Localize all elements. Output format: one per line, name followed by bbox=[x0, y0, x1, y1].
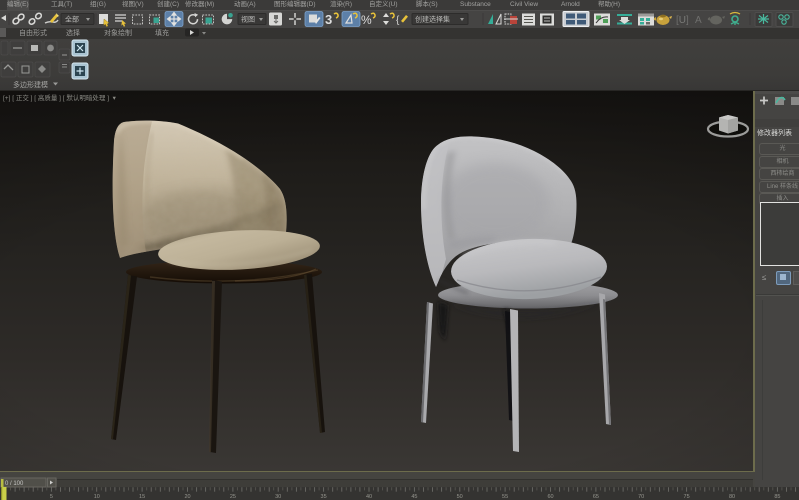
svg-text:全部: 全部 bbox=[65, 15, 79, 24]
svg-text:55: 55 bbox=[502, 494, 508, 500]
svg-text:10: 10 bbox=[94, 494, 100, 500]
svg-text:[U]: [U] bbox=[676, 15, 689, 26]
svg-text:30: 30 bbox=[275, 494, 281, 500]
svg-text:修改器列表: 修改器列表 bbox=[757, 128, 792, 137]
svg-text:A: A bbox=[695, 15, 702, 26]
svg-text:3: 3 bbox=[325, 12, 332, 27]
svg-text:80: 80 bbox=[729, 494, 735, 500]
svg-text:5: 5 bbox=[50, 494, 53, 500]
svg-text:20: 20 bbox=[184, 494, 190, 500]
svg-text:视图: 视图 bbox=[241, 15, 255, 24]
svg-text:多边形建模: 多边形建模 bbox=[13, 80, 48, 89]
svg-text:85: 85 bbox=[774, 494, 780, 500]
svg-text:35: 35 bbox=[321, 494, 327, 500]
svg-text:25: 25 bbox=[230, 494, 236, 500]
svg-text:70: 70 bbox=[638, 494, 644, 500]
svg-text:15: 15 bbox=[139, 494, 145, 500]
svg-text:50: 50 bbox=[457, 494, 463, 500]
svg-text:75: 75 bbox=[684, 494, 690, 500]
svg-text:45: 45 bbox=[411, 494, 417, 500]
svg-text:60: 60 bbox=[547, 494, 553, 500]
svg-text:创建选择集: 创建选择集 bbox=[415, 15, 450, 24]
svg-text:0 / 100: 0 / 100 bbox=[5, 481, 24, 487]
svg-text:%: % bbox=[361, 13, 372, 27]
svg-text:40: 40 bbox=[366, 494, 372, 500]
svg-text:65: 65 bbox=[593, 494, 599, 500]
